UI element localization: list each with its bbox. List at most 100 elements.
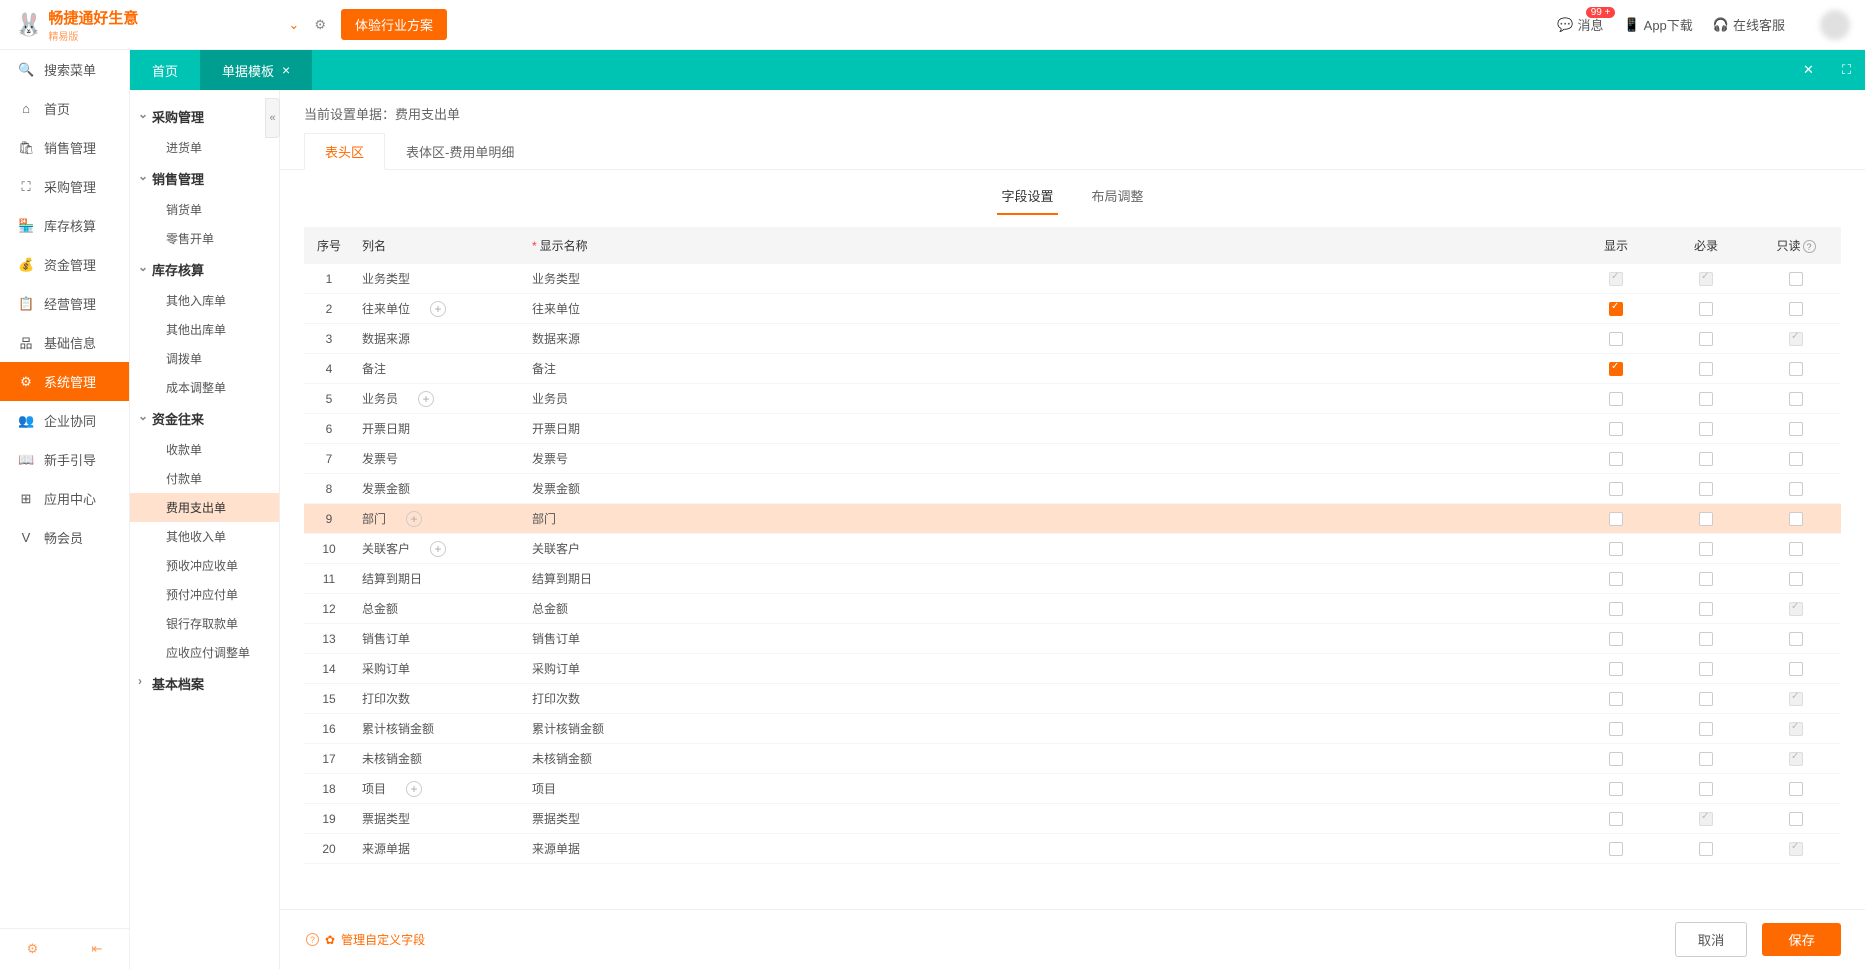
table-row[interactable]: 1 业务类型 业务类型 xyxy=(304,264,1841,294)
nav-funds[interactable]: 💰资金管理 xyxy=(0,245,129,284)
checkbox[interactable] xyxy=(1789,782,1803,796)
tree-item[interactable]: 预收冲应收单 xyxy=(130,551,279,580)
checkbox[interactable] xyxy=(1789,572,1803,586)
tree-item[interactable]: 调拨单 xyxy=(130,344,279,373)
nav-basic[interactable]: 品基础信息 xyxy=(0,323,129,362)
checkbox[interactable] xyxy=(1699,302,1713,316)
checkbox[interactable] xyxy=(1789,812,1803,826)
tree-item[interactable]: 收款单 xyxy=(130,435,279,464)
checkbox[interactable] xyxy=(1699,362,1713,376)
tree-item[interactable]: 预付冲应付单 xyxy=(130,580,279,609)
checkbox[interactable] xyxy=(1699,812,1713,826)
nav-operation[interactable]: 📋经营管理 xyxy=(0,284,129,323)
nav-home[interactable]: ⌂首页 xyxy=(0,89,129,128)
tree-group-库存核算[interactable]: 库存核算 xyxy=(130,253,279,286)
checkbox[interactable] xyxy=(1699,692,1713,706)
cell-dispname[interactable]: 业务员 xyxy=(524,384,1571,414)
subtab[interactable]: 布局调整 xyxy=(1088,182,1148,215)
checkbox[interactable] xyxy=(1789,512,1803,526)
tab-单据模板[interactable]: 单据模板× xyxy=(200,50,312,90)
tree-item[interactable]: 零售开单 xyxy=(130,224,279,253)
table-row[interactable]: 18 项目+ 项目 xyxy=(304,774,1841,804)
checkbox[interactable] xyxy=(1699,752,1713,766)
checkbox[interactable] xyxy=(1609,452,1623,466)
tree-item[interactable]: 其他收入单 xyxy=(130,522,279,551)
checkbox[interactable] xyxy=(1789,272,1803,286)
checkbox[interactable] xyxy=(1789,542,1803,556)
plus-icon[interactable]: + xyxy=(430,301,446,317)
checkbox[interactable] xyxy=(1699,602,1713,616)
checkbox[interactable] xyxy=(1699,452,1713,466)
checkbox[interactable] xyxy=(1789,662,1803,676)
cell-dispname[interactable]: 票据类型 xyxy=(524,804,1571,834)
checkbox[interactable] xyxy=(1699,422,1713,436)
table-row[interactable]: 20 来源单据 来源单据 xyxy=(304,834,1841,864)
tab-close-all-icon[interactable]: ✕ xyxy=(1789,62,1828,78)
checkbox[interactable] xyxy=(1609,542,1623,556)
nav-sales[interactable]: 🛍销售管理 xyxy=(0,128,129,167)
cell-dispname[interactable]: 累计核销金额 xyxy=(524,714,1571,744)
tree-item[interactable]: 销货单 xyxy=(130,195,279,224)
checkbox[interactable] xyxy=(1609,422,1623,436)
collapse-tree-icon[interactable]: « xyxy=(265,98,280,138)
gear-icon[interactable]: ⚙ xyxy=(314,17,326,33)
subtab[interactable]: 字段设置 xyxy=(997,182,1057,215)
checkbox[interactable] xyxy=(1609,782,1623,796)
nav-collab[interactable]: 👥企业协同 xyxy=(0,401,129,440)
table-row[interactable]: 16 累计核销金额 累计核销金额 xyxy=(304,714,1841,744)
fullscreen-icon[interactable]: ⛶ xyxy=(1828,62,1865,78)
table-row[interactable]: 14 采购订单 采购订单 xyxy=(304,654,1841,684)
cell-dispname[interactable]: 采购订单 xyxy=(524,654,1571,684)
plus-icon[interactable]: + xyxy=(406,781,422,797)
checkbox[interactable] xyxy=(1789,392,1803,406)
checkbox[interactable] xyxy=(1609,272,1623,286)
collapse-sidebar-icon[interactable]: ⇤ xyxy=(91,941,102,957)
checkbox[interactable] xyxy=(1609,392,1623,406)
tree-item[interactable]: 应收应付调整单 xyxy=(130,638,279,667)
checkbox[interactable] xyxy=(1609,842,1623,856)
cell-dispname[interactable]: 销售订单 xyxy=(524,624,1571,654)
table-row[interactable]: 4 备注 备注 xyxy=(304,354,1841,384)
checkbox[interactable] xyxy=(1699,392,1713,406)
checkbox[interactable] xyxy=(1609,332,1623,346)
cell-dispname[interactable]: 项目 xyxy=(524,774,1571,804)
tree-item[interactable]: 银行存取款单 xyxy=(130,609,279,638)
table-row[interactable]: 2 往来单位+ 往来单位 xyxy=(304,294,1841,324)
nav-apps[interactable]: ⊞应用中心 xyxy=(0,479,129,518)
cell-dispname[interactable]: 部门 xyxy=(524,504,1571,534)
checkbox[interactable] xyxy=(1789,452,1803,466)
cell-dispname[interactable]: 开票日期 xyxy=(524,414,1571,444)
checkbox[interactable] xyxy=(1699,662,1713,676)
checkbox[interactable] xyxy=(1609,482,1623,496)
cell-dispname[interactable]: 关联客户 xyxy=(524,534,1571,564)
messages-button[interactable]: 💬 消息 99 + xyxy=(1557,15,1603,34)
nav-member[interactable]: V畅会员 xyxy=(0,518,129,557)
save-button[interactable]: 保存 xyxy=(1762,923,1841,956)
manage-custom-fields-link[interactable]: 管理自定义字段 xyxy=(341,931,425,948)
table-row[interactable]: 9 部门+ 部门 xyxy=(304,504,1841,534)
nav-system[interactable]: ⚙系统管理 xyxy=(0,362,129,401)
checkbox[interactable] xyxy=(1789,632,1803,646)
cell-dispname[interactable]: 业务类型 xyxy=(524,264,1571,294)
user-avatar[interactable] xyxy=(1820,10,1850,40)
help-icon[interactable]: ? xyxy=(306,933,319,946)
tree-item[interactable]: 进货单 xyxy=(130,133,279,162)
table-row[interactable]: 8 发票金额 发票金额 xyxy=(304,474,1841,504)
table-row[interactable]: 10 关联客户+ 关联客户 xyxy=(304,534,1841,564)
tree-group-采购管理[interactable]: 采购管理 xyxy=(130,100,279,133)
table-row[interactable]: 15 打印次数 打印次数 xyxy=(304,684,1841,714)
checkbox[interactable] xyxy=(1609,362,1623,376)
cell-dispname[interactable]: 未核销金额 xyxy=(524,744,1571,774)
checkbox[interactable] xyxy=(1609,572,1623,586)
checkbox[interactable] xyxy=(1699,782,1713,796)
tree-item[interactable]: 其他入库单 xyxy=(130,286,279,315)
plus-icon[interactable]: + xyxy=(430,541,446,557)
checkbox[interactable] xyxy=(1699,542,1713,556)
cell-dispname[interactable]: 往来单位 xyxy=(524,294,1571,324)
checkbox[interactable] xyxy=(1609,722,1623,736)
cell-dispname[interactable]: 发票金额 xyxy=(524,474,1571,504)
nav-search[interactable]: 🔍搜索菜单 xyxy=(0,50,129,89)
checkbox[interactable] xyxy=(1699,272,1713,286)
nav-inventory[interactable]: 🏪库存核算 xyxy=(0,206,129,245)
checkbox[interactable] xyxy=(1789,842,1803,856)
